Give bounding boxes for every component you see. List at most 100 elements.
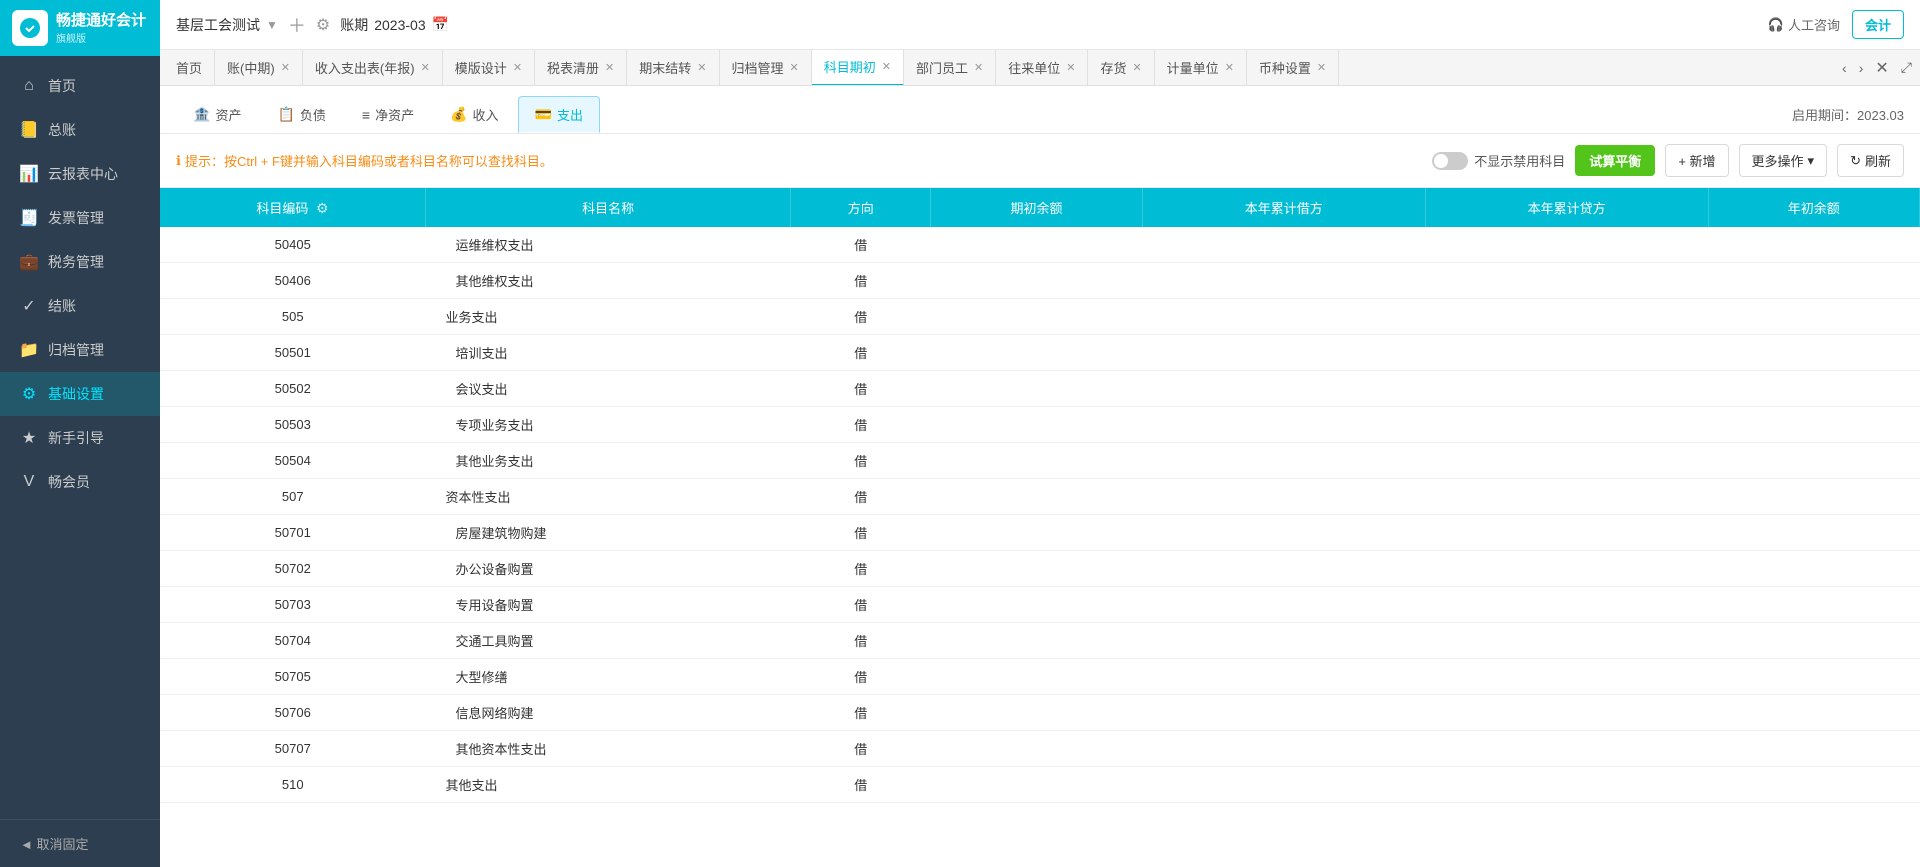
tax-icon: 💼 <box>20 253 38 271</box>
refresh-button[interactable]: ↻ 刷新 <box>1837 144 1904 177</box>
cell-name-15: 其他支出 <box>426 767 791 803</box>
sidebar-item-settle[interactable]: ✓ 结账 <box>0 284 160 328</box>
support-button[interactable]: 🎧 人工咨询 <box>1768 15 1840 34</box>
sidebar-label-home: 首页 <box>48 76 76 96</box>
main-area: 基层工会测试 ▼ ＋ ⚙ 账期 2023-03 📅 🎧 人工咨询 会计 首页账(… <box>160 0 1920 867</box>
tab-close-unit-icon[interactable]: ✕ <box>1225 61 1234 74</box>
table-row[interactable]: 50707 其他资本性支出 借 <box>160 731 1920 767</box>
sidebar-item-ledger[interactable]: 📒 总账 <box>0 108 160 152</box>
tab-close-inventory-icon[interactable]: ✕ <box>1132 61 1141 74</box>
subtab-label-net-asset: 净资产 <box>375 105 414 124</box>
tab-label-home: 首页 <box>176 58 202 77</box>
tab-scroll-right-button[interactable]: › <box>1855 56 1868 80</box>
user-role-button[interactable]: 会计 <box>1852 10 1904 39</box>
tab-close-currency-icon[interactable]: ✕ <box>1317 61 1326 74</box>
balance-button[interactable]: 试算平衡 <box>1575 145 1655 176</box>
tab-label-archive: 归档管理 <box>732 58 784 77</box>
tab-scroll-left-button[interactable]: ‹ <box>1838 56 1851 80</box>
settle-icon: ✓ <box>20 297 38 315</box>
tab-period[interactable]: 账(中期)✕ <box>215 50 303 86</box>
tab-expand-button[interactable]: ⤢ <box>1897 55 1916 80</box>
tab-inventory[interactable]: 存货✕ <box>1088 50 1154 86</box>
cell-credit-ytd-2 <box>1425 299 1708 335</box>
tab-close-partner-icon[interactable]: ✕ <box>1066 61 1075 74</box>
tab-tax[interactable]: 税表清册✕ <box>535 50 627 86</box>
tab-income[interactable]: 收入支出表(年报)✕ <box>303 50 443 86</box>
tab-close-dept-icon[interactable]: ✕ <box>974 61 983 74</box>
table-row[interactable]: 50503 专项业务支出 借 <box>160 407 1920 443</box>
subtab-net-asset[interactable]: ≡ 净资产 <box>345 96 431 133</box>
subtab-liability[interactable]: 📋 负债 <box>260 96 342 133</box>
table-row[interactable]: 50504 其他业务支出 借 <box>160 443 1920 479</box>
cell-balance-14 <box>931 731 1142 767</box>
cell-year-balance-11 <box>1708 623 1920 659</box>
tab-close-subject-init-icon[interactable]: ✕ <box>882 60 891 73</box>
sidebar-item-reports[interactable]: 📊 云报表中心 <box>0 152 160 196</box>
tab-home[interactable]: 首页 <box>164 50 215 86</box>
add-company-icon[interactable]: ＋ <box>288 12 306 38</box>
cell-name-11: 交通工具购置 <box>426 623 791 659</box>
subtab-income2-icon: 💰 <box>450 106 467 123</box>
tab-unit[interactable]: 计量单位✕ <box>1155 50 1247 86</box>
settings-gear-icon[interactable]: ⚙ <box>316 15 330 35</box>
tab-period-end[interactable]: 期末结转✕ <box>627 50 719 86</box>
cell-credit-ytd-6 <box>1425 443 1708 479</box>
table-row[interactable]: 50703 专用设备购置 借 <box>160 587 1920 623</box>
cell-debit-ytd-0 <box>1142 227 1425 263</box>
cell-name-4: 会议支出 <box>426 371 791 407</box>
cell-code-3: 50501 <box>160 335 426 371</box>
sidebar-item-settings[interactable]: ⚙ 基础设置 <box>0 372 160 416</box>
tab-label-subject-init: 科目期初 <box>824 57 876 76</box>
tab-close-period-icon[interactable]: ✕ <box>281 61 290 74</box>
cell-year-balance-10 <box>1708 587 1920 623</box>
company-selector[interactable]: 基层工会测试 ▼ <box>176 15 278 35</box>
sidebar-item-guide[interactable]: ★ 新手引导 <box>0 416 160 460</box>
subtab-asset[interactable]: 🏦 资产 <box>176 96 258 133</box>
tab-close-template-icon[interactable]: ✕ <box>513 61 522 74</box>
add-button[interactable]: + 新增 <box>1665 144 1728 177</box>
sidebar-nav: ⌂ 首页 📒 总账 📊 云报表中心 🧾 发票管理 💼 税务管理 ✓ 结账 📁 归… <box>0 56 160 819</box>
cell-year-balance-15 <box>1708 767 1920 803</box>
table-row[interactable]: 510 其他支出 借 <box>160 767 1920 803</box>
subtab-expenditure-icon: 💳 <box>535 106 552 123</box>
sidebar-footer-collapse[interactable]: ◄ 取消固定 <box>0 819 160 867</box>
sidebar-item-home[interactable]: ⌂ 首页 <box>0 64 160 108</box>
table-row[interactable]: 50406 其他维权支出 借 <box>160 263 1920 299</box>
sidebar-item-invoice[interactable]: 🧾 发票管理 <box>0 196 160 240</box>
tab-close-tax-icon[interactable]: ✕ <box>605 61 614 74</box>
reports-icon: 📊 <box>20 165 38 183</box>
tab-dept[interactable]: 部门员工✕ <box>904 50 996 86</box>
sidebar-item-archive[interactable]: 📁 归档管理 <box>0 328 160 372</box>
toggle-switch[interactable] <box>1432 152 1468 170</box>
tab-close-all-button[interactable]: ✕ <box>1871 54 1892 82</box>
table-row[interactable]: 50702 办公设备购置 借 <box>160 551 1920 587</box>
table-row[interactable]: 50701 房屋建筑物购建 借 <box>160 515 1920 551</box>
tab-close-period-end-icon[interactable]: ✕ <box>697 61 706 74</box>
tab-currency[interactable]: 币种设置✕ <box>1247 50 1339 86</box>
table-row[interactable]: 50501 培训支出 借 <box>160 335 1920 371</box>
more-actions-button[interactable]: 更多操作 ▾ <box>1739 144 1828 177</box>
cell-code-1: 50406 <box>160 263 426 299</box>
tab-close-archive-icon[interactable]: ✕ <box>790 61 799 74</box>
subtab-expenditure[interactable]: 💳 支出 <box>518 96 600 133</box>
table-row[interactable]: 50706 信息网络购建 借 <box>160 695 1920 731</box>
tab-template[interactable]: 模版设计✕ <box>443 50 535 86</box>
toggle-knob <box>1434 154 1448 168</box>
column-settings-icon[interactable]: ⚙ <box>316 200 329 216</box>
table-row[interactable]: 505 业务支出 借 <box>160 299 1920 335</box>
tab-partner[interactable]: 往来单位✕ <box>996 50 1088 86</box>
sidebar-item-member[interactable]: V 畅会员 <box>0 460 160 504</box>
calendar-icon[interactable]: 📅 <box>432 16 449 33</box>
logo-text: 畅捷通好会计 旗舰版 <box>56 12 146 45</box>
table-row[interactable]: 507 资本性支出 借 <box>160 479 1920 515</box>
table-row[interactable]: 50405 运维维权支出 借 <box>160 227 1920 263</box>
sidebar-item-tax[interactable]: 💼 税务管理 <box>0 240 160 284</box>
tab-archive[interactable]: 归档管理 ✕ <box>720 50 812 86</box>
tab-subject-init[interactable]: 科目期初 ✕ <box>812 50 904 86</box>
subtab-income2[interactable]: 💰 收入 <box>433 96 515 133</box>
table-row[interactable]: 50705 大型修缮 借 <box>160 659 1920 695</box>
table-row[interactable]: 50704 交通工具购置 借 <box>160 623 1920 659</box>
table-row[interactable]: 50502 会议支出 借 <box>160 371 1920 407</box>
tab-close-income-icon[interactable]: ✕ <box>421 61 430 74</box>
sidebar-label-archive: 归档管理 <box>48 340 104 360</box>
